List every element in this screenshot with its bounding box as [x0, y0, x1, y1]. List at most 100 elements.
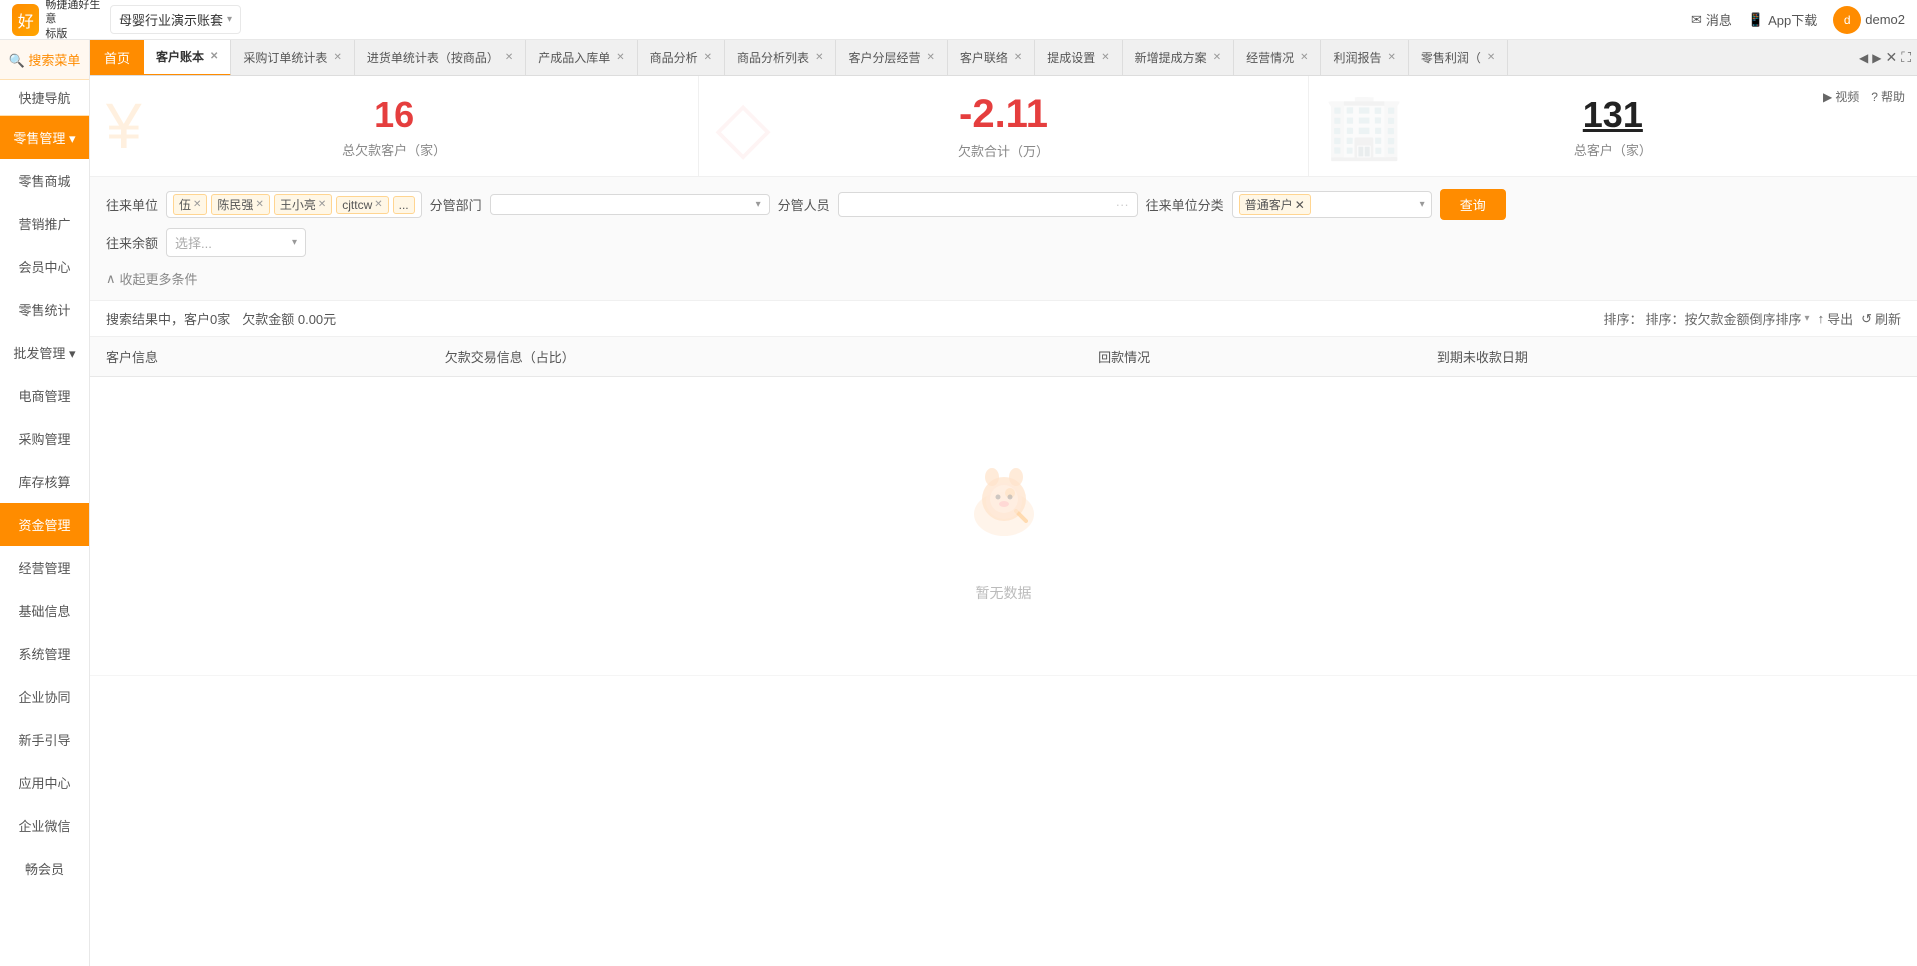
tab-bar: 首页 客户账本 ✕ 采购订单统计表 ✕ 进货单统计表（按商品） ✕ 产成品入库单… — [90, 40, 1917, 76]
video-button[interactable]: ▶ 视频 — [1823, 88, 1859, 105]
close-tab-icon[interactable]: ✕ — [1487, 52, 1495, 63]
close-tab-icon[interactable]: ✕ — [1101, 52, 1109, 63]
sidebar-item-newbie[interactable]: 新手引导 — [0, 718, 89, 761]
logo-area: 好 畅捷通好生意 标版 — [12, 0, 102, 41]
filter-dept-select[interactable]: ▾ — [490, 194, 770, 215]
stat-value-overdue-customers: 16 — [374, 94, 414, 136]
filter-label-dept: 分管部门 — [430, 195, 482, 214]
sidebar-item-marketing[interactable]: 营销推广 — [0, 202, 89, 245]
export-button[interactable]: ↑ 导出 — [1818, 309, 1854, 328]
sidebar-item-appcenter[interactable]: 应用中心 — [0, 761, 89, 804]
close-tab-icon[interactable]: ✕ — [505, 52, 513, 63]
remove-tag-class-1[interactable]: ✕ — [1295, 198, 1305, 212]
filter-tag-class-1: 普通客户 ✕ — [1239, 194, 1311, 215]
sidebar-item-wholesale[interactable]: 批发管理 ▾ — [0, 331, 89, 374]
tab-next-icon[interactable]: ▶ — [1872, 51, 1881, 65]
sort-chevron-icon: ▾ — [1805, 313, 1810, 324]
sidebar-item-vip[interactable]: 畅会员 — [0, 847, 89, 890]
result-bar: 搜索结果中，客户0家 欠款金额 0.00元 排序： 排序：按欠款金额倒序排序 ▾… — [90, 301, 1917, 337]
close-tab-icon[interactable]: ✕ — [1388, 52, 1396, 63]
close-tab-icon[interactable]: ✕ — [616, 52, 624, 63]
tab-customer-ops[interactable]: 客户分层经营 ✕ — [836, 40, 947, 76]
avatar-icon: d — [1833, 6, 1861, 34]
sidebar-item-ecommerce[interactable]: 电商管理 — [0, 374, 89, 417]
close-tab-icon[interactable]: ✕ — [1213, 52, 1221, 63]
tab-goods-analysis[interactable]: 商品分析 ✕ — [638, 40, 725, 76]
filter-unit-class[interactable]: 普通客户 ✕ ▾ — [1232, 191, 1432, 218]
tab-customer-ledger[interactable]: 客户账本 ✕ — [144, 40, 231, 76]
stat-label-overdue-amount: 欠款合计（万） — [958, 141, 1049, 160]
tab-customer-contact[interactable]: 客户联络 ✕ — [948, 40, 1035, 76]
sidebar-item-member[interactable]: 会员中心 — [0, 245, 89, 288]
remove-tag-unit-4[interactable]: ✕ — [374, 199, 382, 210]
tab-retail-profit[interactable]: 零售利润（ ✕ — [1409, 40, 1508, 76]
close-tab-icon[interactable]: ✕ — [1014, 52, 1022, 63]
close-tab-icon[interactable]: ✕ — [333, 52, 341, 63]
filter-label-unit: 往来单位 — [106, 195, 158, 214]
stat-bg-icon-money: ¥ — [106, 89, 142, 163]
filter-unit-input[interactable]: 伍 ✕ 陈民强 ✕ 王小亮 ✕ cjttcw ✕ — [166, 191, 422, 218]
top-bar-right: ✉ 消息 📱 App下载 d demo2 — [1691, 6, 1905, 34]
close-tab-icon[interactable]: ✕ — [1300, 52, 1308, 63]
sidebar-item-retail[interactable]: 零售管理 ▾ — [0, 116, 89, 159]
search-icon: 🔍 — [9, 53, 25, 68]
sidebar-item-wechat[interactable]: 企业微信 — [0, 804, 89, 847]
sidebar-item-finance[interactable]: 资金管理 — [0, 503, 89, 546]
sidebar-quick-nav[interactable]: 快捷导航 — [0, 80, 89, 116]
close-tab-icon[interactable]: ✕ — [210, 51, 218, 62]
tab-prev-icon[interactable]: ◀ — [1859, 51, 1868, 65]
remove-tag-unit-1[interactable]: ✕ — [193, 199, 201, 210]
filter-tag-unit-2: 陈民强 ✕ — [211, 194, 269, 215]
tenant-selector[interactable]: 母婴行业演示账套 ▾ — [110, 5, 241, 34]
result-count: 搜索结果中，客户0家 — [106, 309, 230, 328]
tab-home[interactable]: 首页 — [90, 40, 144, 76]
filter-person-input[interactable]: ··· — [838, 192, 1138, 217]
stat-label-overdue-customers: 总欠款客户（家） — [342, 140, 446, 159]
filter-tag-more[interactable]: ... — [393, 196, 415, 214]
remove-tag-unit-3[interactable]: ✕ — [318, 199, 326, 210]
search-button[interactable]: 查询 — [1440, 189, 1506, 220]
refresh-button[interactable]: ↺ 刷新 — [1861, 309, 1901, 328]
content-area: 首页 客户账本 ✕ 采购订单统计表 ✕ 进货单统计表（按商品） ✕ 产成品入库单… — [90, 40, 1917, 966]
close-tab-icon[interactable]: ✕ — [815, 52, 823, 63]
sidebar-item-operation[interactable]: 经营管理 — [0, 546, 89, 589]
sidebar-search[interactable]: 🔍 搜索菜单 — [0, 40, 89, 80]
top-bar-left: 好 畅捷通好生意 标版 母婴行业演示账套 ▾ — [12, 0, 241, 41]
tab-commission[interactable]: 提成设置 ✕ — [1035, 40, 1122, 76]
remove-tag-unit-2[interactable]: ✕ — [255, 199, 263, 210]
stat-card-total-customers: 🏢 ▶ 视频 ? 帮助 131 总客户（家） — [1309, 76, 1917, 176]
sidebar-item-purchase[interactable]: 采购管理 — [0, 417, 89, 460]
tab-purchase-stats[interactable]: 进货单统计表（按商品） ✕ — [355, 40, 526, 76]
sort-select[interactable]: 排序： 排序：按欠款金额倒序排序 ▾ — [1604, 309, 1810, 328]
tab-profit[interactable]: 利润报告 ✕ — [1321, 40, 1408, 76]
tab-production[interactable]: 产成品入库单 ✕ — [526, 40, 637, 76]
result-amount: 欠款金额 0.00元 — [242, 309, 336, 328]
export-icon: ↑ — [1818, 311, 1825, 326]
sidebar-item-inventory[interactable]: 库存核算 — [0, 460, 89, 503]
stat-value-total-customers: 131 — [1583, 94, 1643, 136]
close-tab-icon[interactable]: ✕ — [926, 52, 934, 63]
sidebar-item-retail-mall[interactable]: 零售商城 — [0, 159, 89, 202]
tab-purchase-order[interactable]: 采购订单统计表 ✕ — [231, 40, 354, 76]
col-header-customer: 客户信息 — [90, 337, 429, 377]
play-icon: ▶ — [1823, 90, 1832, 104]
tab-business[interactable]: 经营情况 ✕ — [1234, 40, 1321, 76]
message-button[interactable]: ✉ 消息 — [1691, 10, 1732, 29]
sidebar-item-system[interactable]: 系统管理 — [0, 632, 89, 675]
help-button[interactable]: ? 帮助 — [1871, 88, 1905, 105]
close-tab-icon[interactable]: ✕ — [704, 52, 712, 63]
user-avatar[interactable]: d demo2 — [1833, 6, 1905, 34]
no-data-illustration — [954, 449, 1054, 549]
download-button[interactable]: 📱 App下载 — [1748, 10, 1817, 29]
filter-balance-select[interactable]: 选择... ▾ — [166, 228, 306, 257]
tab-fullscreen-icon[interactable]: ⛶ — [1901, 49, 1911, 66]
sidebar-item-retail-stats[interactable]: 零售统计 — [0, 288, 89, 331]
sidebar-item-collab[interactable]: 企业协同 — [0, 675, 89, 718]
stat-card-overdue-customers: ¥ 16 总欠款客户（家） — [90, 76, 699, 176]
tab-close-all-icon[interactable]: ✕ — [1885, 49, 1897, 66]
tab-goods-list[interactable]: 商品分析列表 ✕ — [725, 40, 836, 76]
collapse-filters-button[interactable]: ∧ 收起更多条件 — [106, 269, 1901, 288]
tab-commission-new[interactable]: 新增提成方案 ✕ — [1123, 40, 1234, 76]
stat-right-actions: ▶ 视频 ? 帮助 — [1823, 88, 1905, 105]
sidebar-item-basic[interactable]: 基础信息 — [0, 589, 89, 632]
